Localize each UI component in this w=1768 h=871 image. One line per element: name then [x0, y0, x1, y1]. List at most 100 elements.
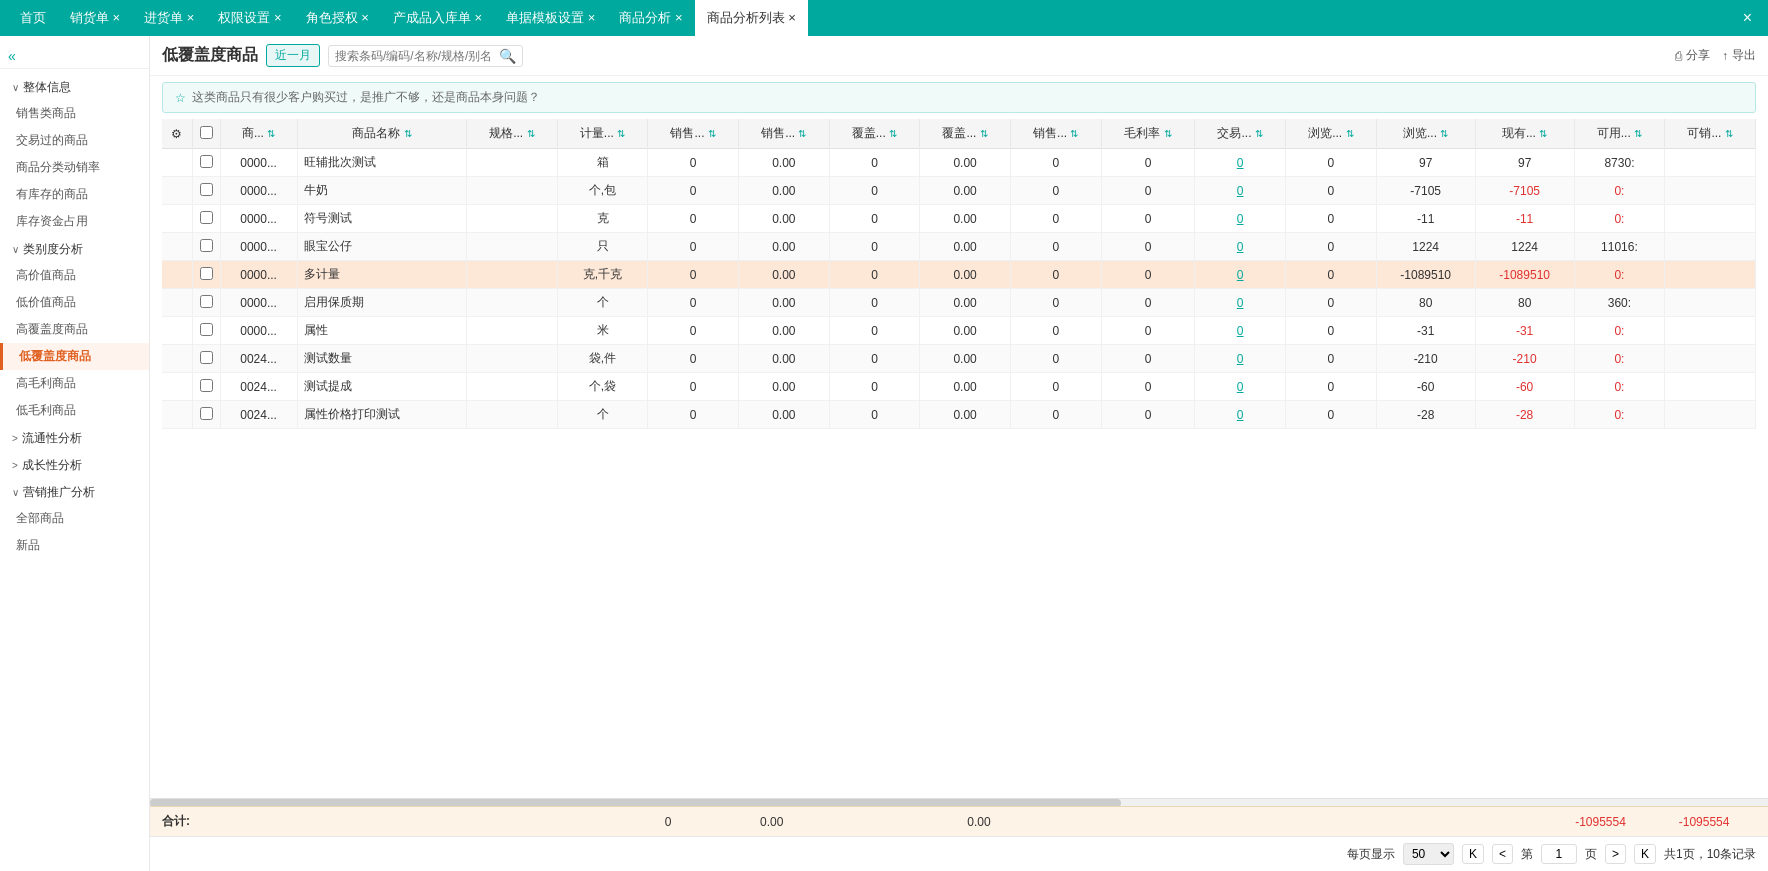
page-next-button[interactable]: >	[1605, 844, 1626, 864]
col-saleable[interactable]: 可销... ⇅	[1665, 119, 1756, 149]
sidebar-section-growth[interactable]: > 成长性分析	[0, 451, 149, 478]
row-select-checkbox[interactable]	[200, 379, 213, 392]
sidebar-item-all-goods[interactable]: 全部商品	[0, 505, 149, 532]
col-trade[interactable]: 交易... ⇅	[1195, 119, 1286, 149]
nav-products[interactable]: 产成品入库单 ×	[381, 0, 494, 36]
horizontal-scrollbar[interactable]	[150, 798, 1768, 806]
row-select-checkbox[interactable]	[200, 183, 213, 196]
page-prev-button[interactable]: <	[1492, 844, 1513, 864]
sidebar-item-low-value[interactable]: 低价值商品	[0, 289, 149, 316]
row-checkbox[interactable]	[192, 317, 220, 345]
row-trade[interactable]: 0	[1195, 261, 1286, 289]
nav-permissions[interactable]: 权限设置 ×	[206, 0, 293, 36]
col-browse2[interactable]: 浏览... ⇅	[1376, 119, 1475, 149]
row-select-checkbox[interactable]	[200, 351, 213, 364]
row-trade[interactable]: 0	[1195, 177, 1286, 205]
nav-templates[interactable]: 单据模板设置 ×	[494, 0, 607, 36]
row-select-checkbox[interactable]	[200, 211, 213, 224]
col-unit[interactable]: 计量... ⇅	[557, 119, 648, 149]
row-checkbox[interactable]	[192, 373, 220, 401]
sidebar-item-category-rate[interactable]: 商品分类动销率	[0, 154, 149, 181]
totals-label: 合计:	[162, 813, 190, 830]
row-checkbox[interactable]	[192, 233, 220, 261]
search-input[interactable]	[335, 49, 495, 63]
row-select-checkbox[interactable]	[200, 323, 213, 336]
sidebar-item-capital[interactable]: 库存资金占用	[0, 208, 149, 235]
page-last-button[interactable]: K	[1634, 844, 1656, 864]
row-trade[interactable]: 0	[1195, 233, 1286, 261]
row-trade[interactable]: 0	[1195, 205, 1286, 233]
row-unit: 个,包	[557, 177, 648, 205]
col-cov1[interactable]: 覆盖... ⇅	[829, 119, 920, 149]
period-button[interactable]: 近一月	[266, 44, 320, 67]
row-trade[interactable]: 0	[1195, 289, 1286, 317]
row-unit: 袋,件	[557, 345, 648, 373]
col-sales-amt[interactable]: 销售... ⇅	[738, 119, 829, 149]
page-number-input[interactable]	[1541, 844, 1577, 864]
sidebar-section-flow[interactable]: > 流通性分析	[0, 424, 149, 451]
sidebar-item-high-value[interactable]: 高价值商品	[0, 262, 149, 289]
col-spec[interactable]: 规格... ⇅	[467, 119, 558, 149]
search-icon[interactable]: 🔍	[499, 48, 516, 64]
col-sales-rate[interactable]: 销售... ⇅	[1010, 119, 1101, 149]
sidebar-item-high-coverage[interactable]: 高覆盖度商品	[0, 316, 149, 343]
col-available[interactable]: 可用... ⇅	[1574, 119, 1665, 149]
nav-analysis[interactable]: 商品分析 ×	[607, 0, 694, 36]
sidebar-item-low-coverage[interactable]: 低覆盖度商品	[0, 343, 149, 370]
nav-analysis-list[interactable]: 商品分析列表 ×	[695, 0, 808, 36]
nav-purchase[interactable]: 进货单 ×	[132, 0, 206, 36]
sidebar-item-sales-goods[interactable]: 销售类商品	[0, 100, 149, 127]
col-browse1[interactable]: 浏览... ⇅	[1286, 119, 1377, 149]
row-select-checkbox[interactable]	[200, 295, 213, 308]
row-trade[interactable]: 0	[1195, 149, 1286, 177]
sidebar-section-category[interactable]: ∨ 类别度分析	[0, 235, 149, 262]
share-button[interactable]: ⎙ 分享	[1675, 47, 1710, 64]
row-trade[interactable]: 0	[1195, 345, 1286, 373]
col-code[interactable]: 商... ⇅	[220, 119, 297, 149]
row-trade[interactable]: 0	[1195, 317, 1286, 345]
nav-sales[interactable]: 销货单 ×	[58, 0, 132, 36]
row-browse2: 97	[1376, 149, 1475, 177]
page-first-button[interactable]: K	[1462, 844, 1484, 864]
row-select-checkbox[interactable]	[200, 239, 213, 252]
row-trade[interactable]: 0	[1195, 401, 1286, 429]
page-size-select[interactable]: 50 20 100	[1403, 843, 1454, 865]
col-current[interactable]: 现有... ⇅	[1475, 119, 1574, 149]
row-trade[interactable]: 0	[1195, 373, 1286, 401]
sidebar-item-low-profit[interactable]: 低毛利商品	[0, 397, 149, 424]
row-settings	[162, 233, 192, 261]
col-cov2[interactable]: 覆盖... ⇅	[920, 119, 1011, 149]
sidebar-section-marketing[interactable]: ∨ 营销推广分析	[0, 478, 149, 505]
row-select-checkbox[interactable]	[200, 267, 213, 280]
close-window-button[interactable]: ×	[1735, 9, 1760, 27]
sidebar-item-high-profit[interactable]: 高毛利商品	[0, 370, 149, 397]
row-checkbox[interactable]	[192, 345, 220, 373]
sidebar-item-new-goods[interactable]: 新品	[0, 532, 149, 559]
row-checkbox[interactable]	[192, 205, 220, 233]
nav-home[interactable]: 首页	[8, 0, 58, 36]
select-all-checkbox[interactable]	[200, 126, 213, 139]
row-checkbox[interactable]	[192, 149, 220, 177]
sidebar-section-overall[interactable]: ∨ 整体信息	[0, 73, 149, 100]
totals-sales-qty: 0	[616, 815, 720, 829]
row-settings	[162, 401, 192, 429]
col-sales-qty[interactable]: 销售... ⇅	[648, 119, 739, 149]
col-name[interactable]: 商品名称 ⇅	[297, 119, 466, 149]
sidebar-item-stock-goods[interactable]: 有库存的商品	[0, 181, 149, 208]
col-gross-rate[interactable]: 毛利率 ⇅	[1101, 119, 1195, 149]
col-settings[interactable]: ⚙	[162, 119, 192, 149]
row-spec	[467, 205, 558, 233]
row-checkbox[interactable]	[192, 177, 220, 205]
row-browse2: 80	[1376, 289, 1475, 317]
row-checkbox[interactable]	[192, 401, 220, 429]
row-checkbox[interactable]	[192, 261, 220, 289]
col-checkbox-all[interactable]	[192, 119, 220, 149]
row-select-checkbox[interactable]	[200, 407, 213, 420]
nav-roles[interactable]: 角色授权 ×	[294, 0, 381, 36]
row-gross-rate: 0	[1101, 233, 1195, 261]
sidebar-collapse-icon[interactable]: «	[8, 48, 16, 64]
export-button[interactable]: ↑ 导出	[1722, 47, 1756, 64]
row-checkbox[interactable]	[192, 289, 220, 317]
sidebar-item-traded-goods[interactable]: 交易过的商品	[0, 127, 149, 154]
row-select-checkbox[interactable]	[200, 155, 213, 168]
